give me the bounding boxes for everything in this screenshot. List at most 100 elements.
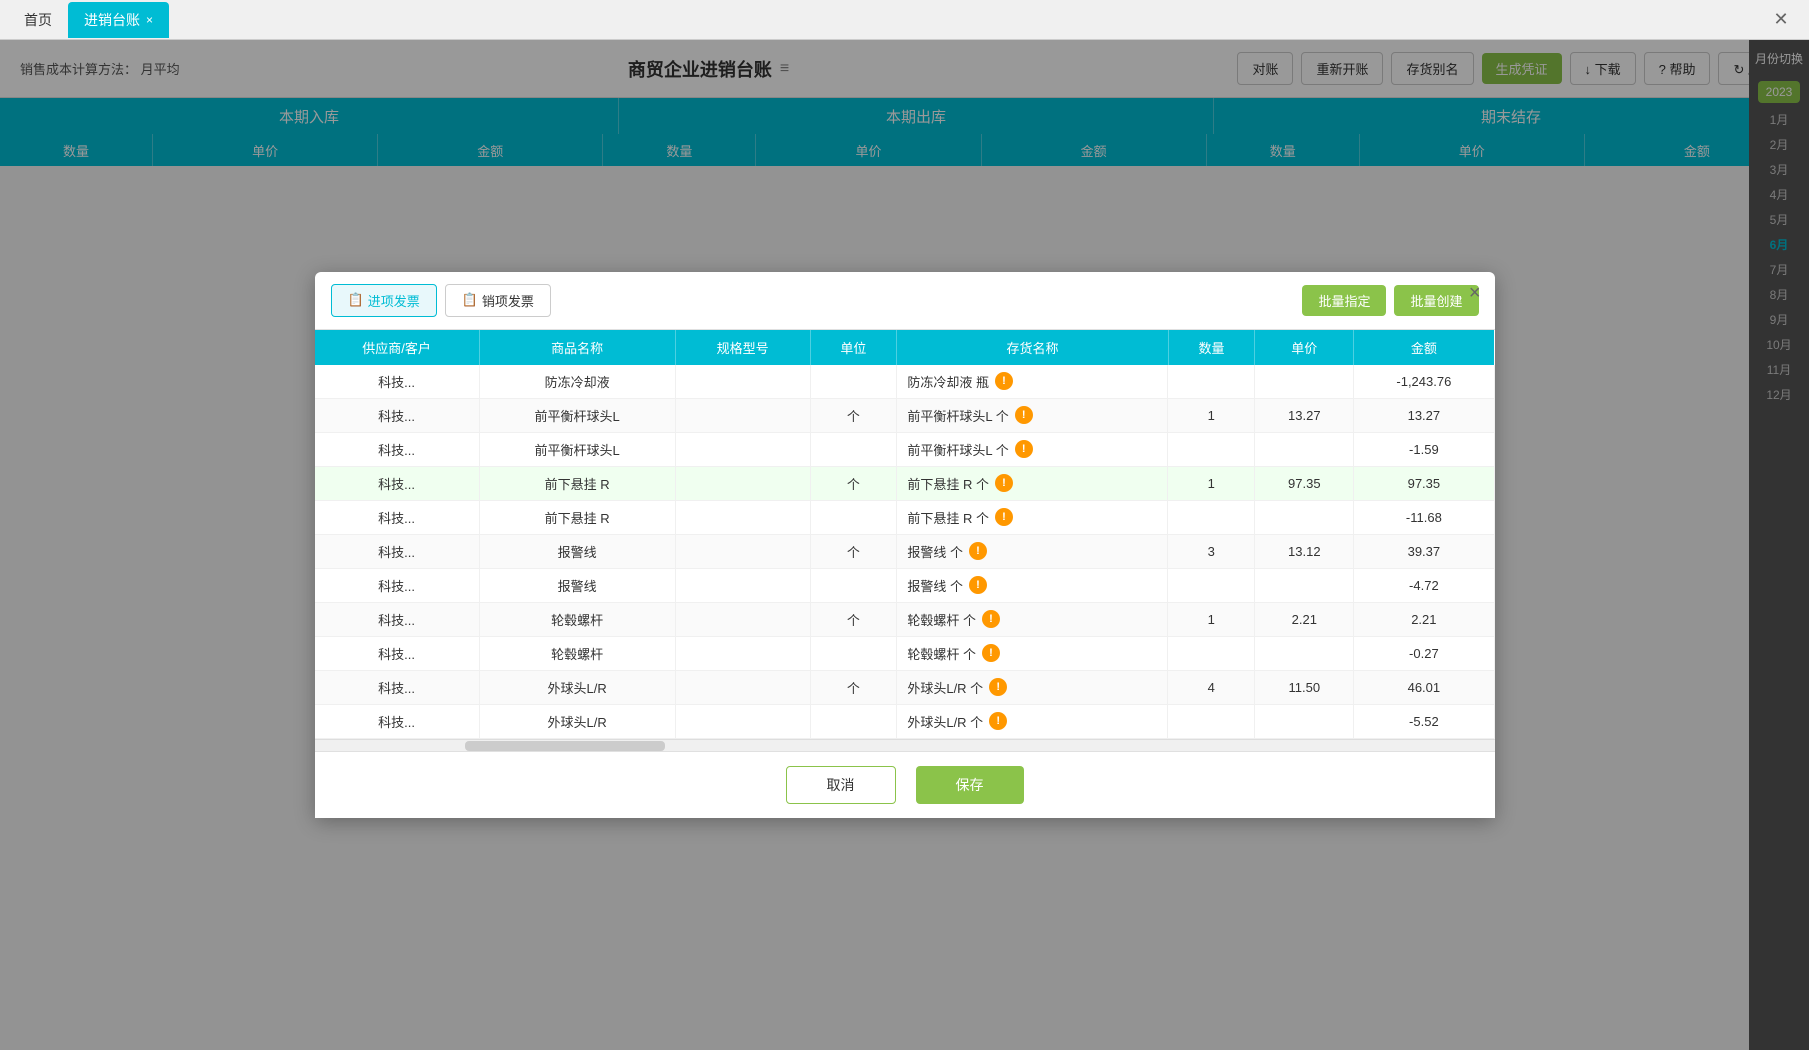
cell-inventory: 前下悬挂 R 个 ! bbox=[897, 467, 1168, 501]
cell-quantity: 3 bbox=[1168, 535, 1255, 569]
cell-spec bbox=[675, 535, 810, 569]
cell-quantity bbox=[1168, 433, 1255, 467]
cell-unit bbox=[810, 705, 897, 739]
cell-supplier: 科技... bbox=[315, 603, 480, 637]
table-row[interactable]: 科技... 轮毂螺杆 个 轮毂螺杆 个 ! 1 2.21 2.21 bbox=[315, 603, 1495, 637]
batch-designate-button[interactable]: 批量指定 bbox=[1302, 285, 1386, 316]
cell-product: 外球头L/R bbox=[479, 705, 675, 739]
col-amount: 金额 bbox=[1354, 330, 1494, 365]
cell-unit: 个 bbox=[810, 535, 897, 569]
table-row[interactable]: 科技... 外球头L/R 个 外球头L/R 个 ! 4 11.50 46.01 bbox=[315, 671, 1495, 705]
table-row[interactable]: 科技... 前下悬挂 R 个 前下悬挂 R 个 ! 1 97.35 97.35 bbox=[315, 467, 1495, 501]
modal-overlay: 📋 进项发票 📋 销项发票 批量指定 批量创建 × bbox=[0, 40, 1809, 1050]
cell-amount: -1.59 bbox=[1354, 433, 1494, 467]
cell-product: 前下悬挂 R bbox=[479, 501, 675, 535]
warn-icon: ! bbox=[969, 542, 987, 560]
cell-unit-price: 11.50 bbox=[1255, 671, 1354, 705]
cell-unit: 个 bbox=[810, 399, 897, 433]
cell-unit-price: 13.12 bbox=[1255, 535, 1354, 569]
cell-inventory: 前下悬挂 R 个 ! bbox=[897, 501, 1168, 535]
cell-inventory: 轮毂螺杆 个 ! bbox=[897, 637, 1168, 671]
tab-outbound-invoice[interactable]: 📋 销项发票 bbox=[445, 284, 551, 317]
cell-quantity bbox=[1168, 637, 1255, 671]
cell-inventory: 外球头L/R 个 ! bbox=[897, 705, 1168, 739]
cell-inventory: 轮毂螺杆 个 ! bbox=[897, 603, 1168, 637]
col-unit: 单位 bbox=[810, 330, 897, 365]
cell-spec bbox=[675, 501, 810, 535]
cell-supplier: 科技... bbox=[315, 399, 480, 433]
cell-supplier: 科技... bbox=[315, 501, 480, 535]
cell-amount: 97.35 bbox=[1354, 467, 1494, 501]
cell-spec bbox=[675, 467, 810, 501]
cell-unit bbox=[810, 501, 897, 535]
cell-amount: 13.27 bbox=[1354, 399, 1494, 433]
cell-spec bbox=[675, 603, 810, 637]
warn-icon: ! bbox=[995, 474, 1013, 492]
cell-inventory: 报警线 个 ! bbox=[897, 535, 1168, 569]
tab-inbound-invoice[interactable]: 📋 进项发票 bbox=[331, 284, 437, 317]
cell-inventory: 防冻冷却液 瓶 ! bbox=[897, 365, 1168, 399]
col-quantity: 数量 bbox=[1168, 330, 1255, 365]
col-supplier: 供应商/客户 bbox=[315, 330, 480, 365]
modal-close-button[interactable]: × bbox=[1469, 282, 1481, 305]
table-header-row: 供应商/客户 商品名称 规格型号 单位 存货名称 数量 单价 金额 bbox=[315, 330, 1495, 365]
cell-unit-price bbox=[1255, 637, 1354, 671]
cell-spec bbox=[675, 365, 810, 399]
cell-unit: 个 bbox=[810, 467, 897, 501]
col-unit-price: 单价 bbox=[1255, 330, 1354, 365]
window-close-button[interactable]: ✕ bbox=[1761, 0, 1801, 40]
inbound-tab-label: 进项发票 bbox=[368, 291, 420, 310]
inbound-tab-icon: 📋 bbox=[348, 292, 364, 308]
cell-spec bbox=[675, 569, 810, 603]
cell-quantity: 1 bbox=[1168, 603, 1255, 637]
modal-footer: 取消 保存 bbox=[315, 751, 1495, 818]
warn-icon: ! bbox=[1015, 440, 1033, 458]
cell-quantity: 4 bbox=[1168, 671, 1255, 705]
cell-amount: 2.21 bbox=[1354, 603, 1494, 637]
cell-unit-price bbox=[1255, 365, 1354, 399]
table-row[interactable]: 科技... 外球头L/R 外球头L/R 个 ! -5.52 bbox=[315, 705, 1495, 739]
cell-product: 外球头L/R bbox=[479, 671, 675, 705]
cell-quantity: 1 bbox=[1168, 467, 1255, 501]
cell-unit bbox=[810, 637, 897, 671]
save-button[interactable]: 保存 bbox=[916, 766, 1024, 804]
cell-product: 报警线 bbox=[479, 569, 675, 603]
warn-icon: ! bbox=[995, 508, 1013, 526]
tab-close-icon[interactable]: × bbox=[146, 13, 153, 27]
tab-home[interactable]: 首页 bbox=[8, 2, 68, 38]
invoice-table: 供应商/客户 商品名称 规格型号 单位 存货名称 数量 单价 金额 科技... … bbox=[315, 330, 1495, 740]
cell-amount: -4.72 bbox=[1354, 569, 1494, 603]
cell-amount: 46.01 bbox=[1354, 671, 1494, 705]
cell-product: 前平衡杆球头L bbox=[479, 433, 675, 467]
cell-unit: 个 bbox=[810, 671, 897, 705]
table-row[interactable]: 科技... 报警线 报警线 个 ! -4.72 bbox=[315, 569, 1495, 603]
cell-unit-price bbox=[1255, 501, 1354, 535]
warn-icon: ! bbox=[1015, 406, 1033, 424]
cell-supplier: 科技... bbox=[315, 671, 480, 705]
cell-supplier: 科技... bbox=[315, 535, 480, 569]
table-scrollbar[interactable] bbox=[315, 739, 1495, 751]
cell-product: 前下悬挂 R bbox=[479, 467, 675, 501]
table-row[interactable]: 科技... 轮毂螺杆 轮毂螺杆 个 ! -0.27 bbox=[315, 637, 1495, 671]
table-row[interactable]: 科技... 前下悬挂 R 前下悬挂 R 个 ! -11.68 bbox=[315, 501, 1495, 535]
cell-product: 前平衡杆球头L bbox=[479, 399, 675, 433]
invoice-table-wrapper[interactable]: 供应商/客户 商品名称 规格型号 单位 存货名称 数量 单价 金额 科技... … bbox=[315, 330, 1495, 740]
table-row[interactable]: 科技... 防冻冷却液 防冻冷却液 瓶 ! -1,243.76 bbox=[315, 365, 1495, 399]
cancel-button[interactable]: 取消 bbox=[786, 766, 896, 804]
tab-active[interactable]: 进销台账 × bbox=[68, 2, 169, 38]
outbound-tab-icon: 📋 bbox=[462, 292, 478, 308]
cell-quantity bbox=[1168, 569, 1255, 603]
outbound-tab-label: 销项发票 bbox=[482, 291, 534, 310]
batch-create-button[interactable]: 批量创建 bbox=[1394, 285, 1478, 316]
cell-amount: -1,243.76 bbox=[1354, 365, 1494, 399]
table-row[interactable]: 科技... 前平衡杆球头L 前平衡杆球头L 个 ! -1.59 bbox=[315, 433, 1495, 467]
col-product: 商品名称 bbox=[479, 330, 675, 365]
cell-inventory: 前平衡杆球头L 个 ! bbox=[897, 433, 1168, 467]
table-row[interactable]: 科技... 前平衡杆球头L 个 前平衡杆球头L 个 ! 1 13.27 13.2… bbox=[315, 399, 1495, 433]
cell-supplier: 科技... bbox=[315, 467, 480, 501]
table-row[interactable]: 科技... 报警线 个 报警线 个 ! 3 13.12 39.37 bbox=[315, 535, 1495, 569]
cell-unit bbox=[810, 433, 897, 467]
warn-icon: ! bbox=[989, 678, 1007, 696]
cell-spec bbox=[675, 433, 810, 467]
scrollbar-thumb[interactable] bbox=[465, 741, 665, 751]
